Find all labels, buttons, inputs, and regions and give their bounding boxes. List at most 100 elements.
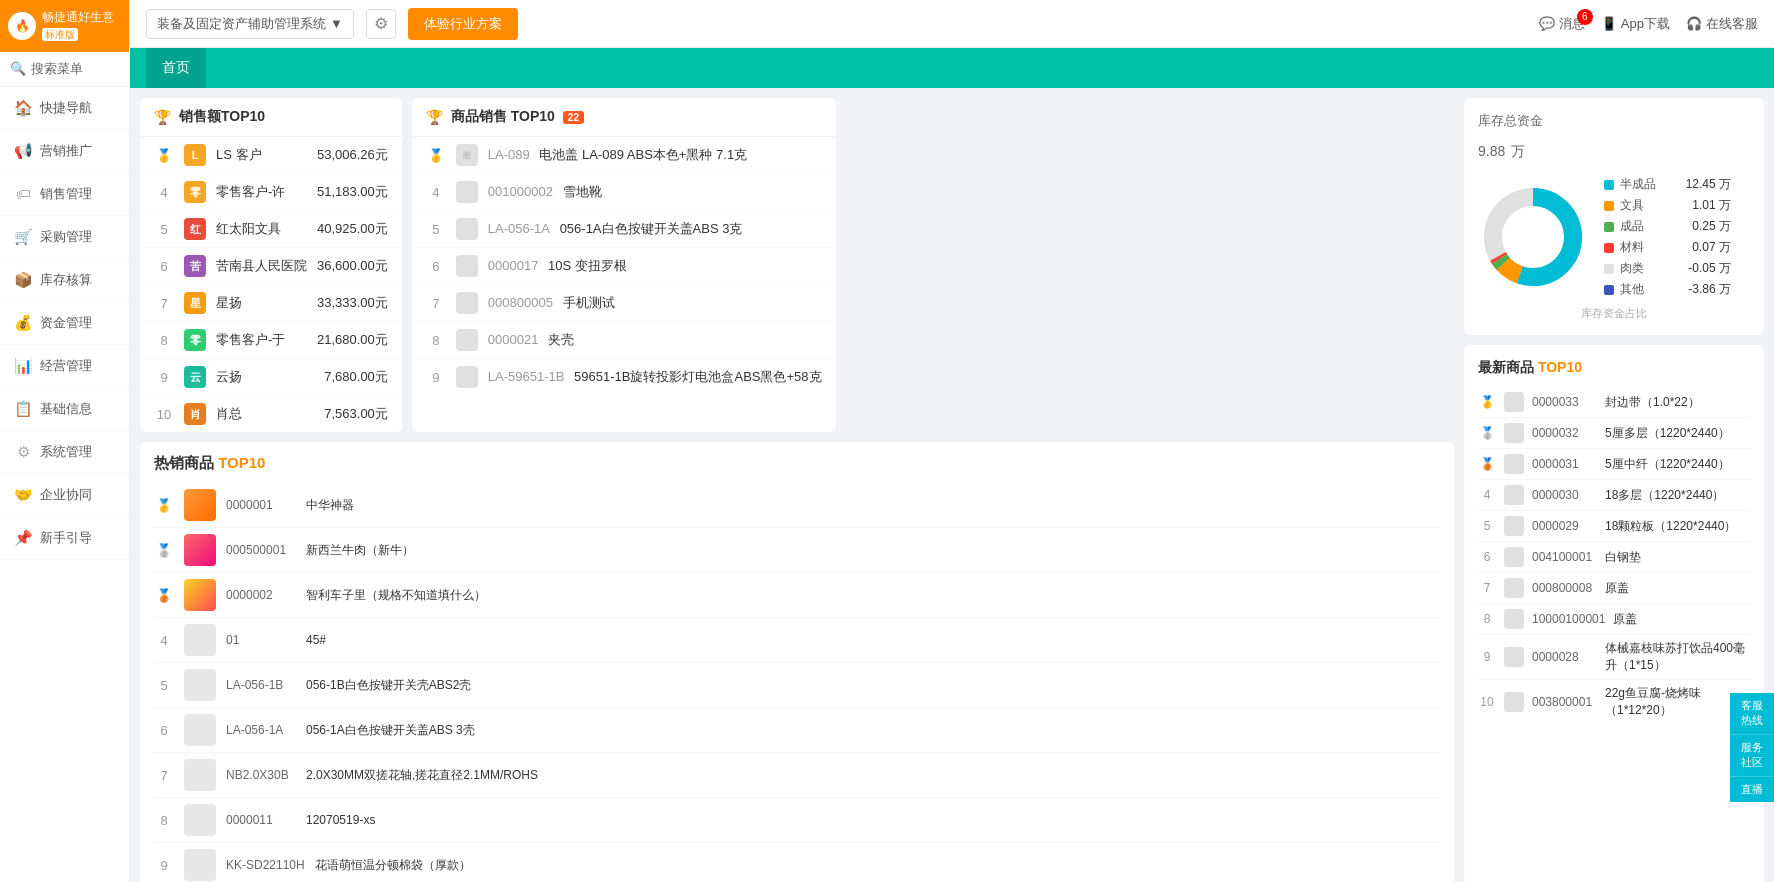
headset-icon: 🎧 [1686,16,1702,31]
legend-dot-4 [1604,243,1614,253]
legend-item-2: 文具 1.01 万 [1604,197,1731,214]
marketing-icon: 📢 [14,142,32,160]
customer-row-5: 7 星 星扬 33,333.00元 [140,285,402,322]
new-prod-icon-10 [1504,692,1524,712]
customer-row-6: 8 零 零售客户-于 21,680.00元 [140,322,402,359]
new-prod-row-6: 6 004100001 白钢垫 [1478,542,1750,573]
trial-button[interactable]: 体验行业方案 [408,8,518,40]
legend-dot-6 [1604,285,1614,295]
new-products-panel: 最新商品 TOP10 🥇 0000033 封边带（1.0*22） 🥈 [1464,345,1764,882]
hot-medal-3: 🥉 [154,588,174,603]
float-buttons: 客服 热线 服务 社区 直播 [1730,693,1774,802]
new-products-title: 最新商品 TOP10 [1478,359,1750,377]
live-stream-button[interactable]: 直播 [1730,777,1774,802]
hot-row-2: 🥈 000500001 新西兰牛肉（新牛） [154,528,1440,573]
sidebar-item-purchase[interactable]: 🛒 采购管理 [0,216,129,259]
customer-hotline-button[interactable]: 客服 热线 [1730,693,1774,735]
customer-badge-3: 红 [184,218,206,240]
hot-img-6 [184,714,216,746]
svg-rect-22 [1507,650,1521,664]
svg-text:图: 图 [463,151,471,160]
hot-products-title: 热销商品 TOP10 [154,454,1440,473]
product-sales-header: 🏆 商品销售 TOP10 22 [412,98,836,137]
hot-row-1: 🥇 0000001 中华神器 [154,483,1440,528]
sidebar-item-guide[interactable]: 📌 新手引导 [0,517,129,560]
stock-title: 库存总资金 [1478,112,1750,130]
svg-rect-17 [1507,488,1521,502]
hot-products-panel: 热销商品 TOP10 🥇 0000001 中华神器 [140,442,1454,882]
sidebar-item-system[interactable]: ⚙ 系统管理 [0,431,129,474]
customer-service-button[interactable]: 🎧 在线客服 [1686,15,1758,33]
customer-badge-8: 肖 [184,403,206,425]
svg-rect-3 [460,222,474,236]
product-icon-4 [456,255,478,277]
sidebar-item-finance[interactable]: 💰 资金管理 [0,302,129,345]
product-sales-row-2: 4 001000002 雪地靴 [412,174,836,211]
sidebar-item-quick-nav[interactable]: 🏠 快捷导航 [0,87,129,130]
service-community-button[interactable]: 服务 社区 [1730,735,1774,777]
app-download-button[interactable]: 📱 App下载 [1601,15,1670,33]
svg-rect-20 [1507,581,1521,595]
hot-products-list: 🥇 0000001 中华神器 🥈 [154,483,1440,882]
product-sales-top10-panel: 🏆 商品销售 TOP10 22 🥇 图 LA-089 [412,98,836,432]
topbar-right: 💬 消息 6 📱 App下载 🎧 在线客服 [1539,15,1758,33]
sales-icon: 🏷 [14,185,32,202]
sidebar-item-basics[interactable]: 📋 基础信息 [0,388,129,431]
main-content: 装备及固定资产辅助管理系统 ▼ ⚙ 体验行业方案 💬 消息 6 📱 App下载 … [130,0,1774,882]
new-prod-icon-3 [1504,454,1524,474]
system-icon: ⚙ [14,443,32,461]
gear-icon: ⚙ [374,14,388,33]
hot-img-2 [184,534,216,566]
settings-button[interactable]: ⚙ [366,9,396,39]
product-icon-2 [456,181,478,203]
product-sales-row-4: 6 0000017 10S 变扭罗根 [412,248,836,285]
legend-item-1: 半成品 12.45 万 [1604,176,1731,193]
sidebar-logo[interactable]: 🔥 畅捷通好生意 标准版 [0,0,129,52]
sidebar-item-sales[interactable]: 🏷 销售管理 [0,173,129,216]
hot-img-5 [184,669,216,701]
new-prod-row-5: 5 0000029 18颗粒板（1220*2440） [1478,511,1750,542]
search-icon: 🔍 [10,61,26,76]
stock-legend: 半成品 12.45 万 文具 1.01 万 成品 0.25 万 [1604,176,1731,298]
product-sales-row-6: 8 0000021 夹壳 [412,322,836,359]
new-products-list: 🥇 0000033 封边带（1.0*22） 🥈 0000032 [1478,387,1750,724]
guide-icon: 📌 [14,529,32,547]
product-sales-list: 🥇 图 LA-089 电池盖 LA-089 ABS本色+黑种 7.1克 4 [412,137,836,395]
customer-badge-1: L [184,144,206,166]
product-sales-row-1: 🥇 图 LA-089 电池盖 LA-089 ABS本色+黑种 7.1克 [412,137,836,174]
sidebar-item-inventory[interactable]: 📦 库存核算 [0,259,129,302]
new-prod-icon-9 [1504,647,1524,667]
customer-row-1: 🥇 L LS 客户 53,006.26元 [140,137,402,174]
hot-img-3 [184,579,216,611]
sidebar-item-marketing[interactable]: 📢 营销推广 [0,130,129,173]
new-prod-icon-6 [1504,547,1524,567]
svg-rect-5 [460,296,474,310]
sidebar: 🔥 畅捷通好生意 标准版 🔍 搜索菜单 🏠 快捷导航 📢 营销推广 🏷 销售管理… [0,0,130,882]
new-prod-icon-7 [1504,578,1524,598]
sidebar-search[interactable]: 🔍 搜索菜单 [0,52,129,87]
svg-point-13 [1505,209,1561,265]
new-prod-row-2: 🥈 0000032 5厘多层（1220*2440） [1478,418,1750,449]
nav-home[interactable]: 首页 [146,48,206,88]
message-button[interactable]: 💬 消息 6 [1539,15,1585,33]
svg-rect-19 [1507,550,1521,564]
svg-rect-6 [460,333,474,347]
hot-row-6: 6 LA-056-1A 056-1A白色按键开关盖ABS 3壳 [154,708,1440,753]
svg-rect-21 [1507,612,1521,626]
home-icon: 🏠 [14,99,32,117]
hot-row-4: 4 01 45# [154,618,1440,663]
svg-rect-4 [460,259,474,273]
new-prod-row-3: 🥉 0000031 5厘中纤（1220*2440） [1478,449,1750,480]
new-prod-icon-2 [1504,423,1524,443]
product-icon-3 [456,218,478,240]
sidebar-item-enterprise[interactable]: 🤝 企业协同 [0,474,129,517]
new-prod-row-10: 10 003800001 22g鱼豆腐-烧烤味（1*12*20） [1478,680,1750,724]
medal-1: 🥇 [154,148,174,163]
hot-img-4 [184,624,216,656]
sidebar-item-operations[interactable]: 📊 经营管理 [0,345,129,388]
purchase-icon: 🛒 [14,228,32,246]
trophy-icon: 🏆 [154,109,171,125]
message-icon: 💬 [1539,16,1555,31]
system-selector[interactable]: 装备及固定资产辅助管理系统 ▼ [146,9,354,39]
topbar: 装备及固定资产辅助管理系统 ▼ ⚙ 体验行业方案 💬 消息 6 📱 App下载 … [130,0,1774,48]
